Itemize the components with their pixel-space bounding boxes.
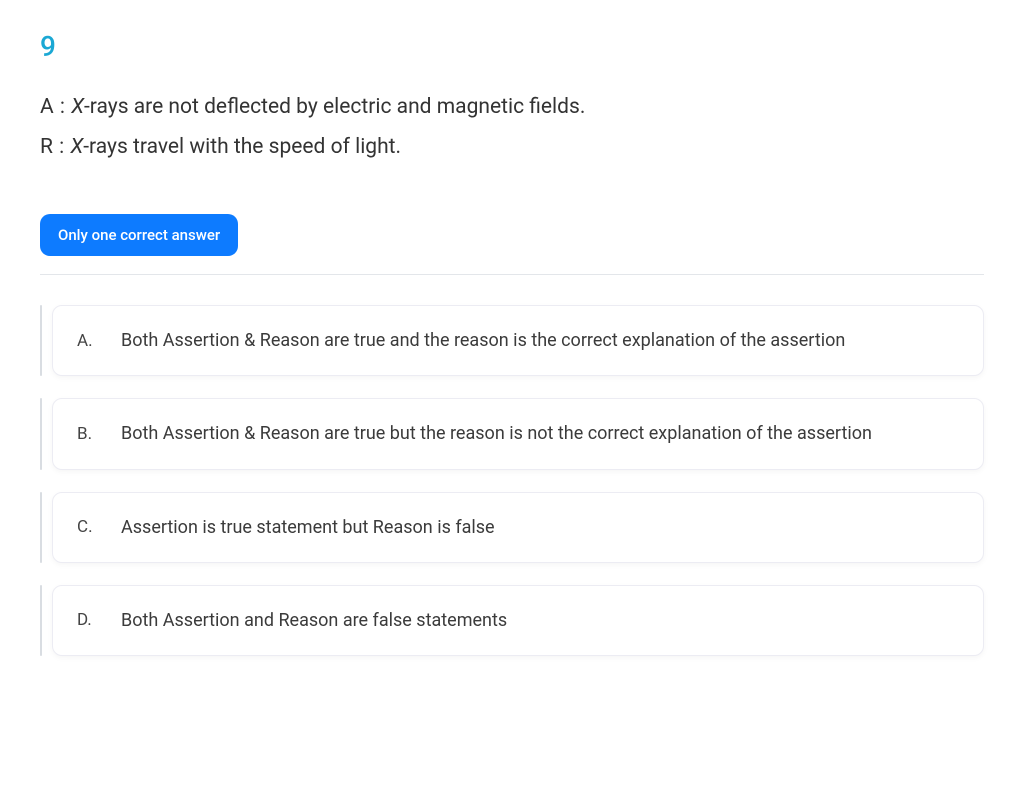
option-a[interactable]: A. Both Assertion & Reason are true and … (52, 305, 984, 376)
option-marker (40, 305, 42, 376)
assertion-italic: X (71, 95, 84, 119)
option-text: Both Assertion & Reason are true but the… (121, 421, 872, 446)
option-text: Both Assertion & Reason are true and the… (121, 328, 845, 353)
option-letter: D. (77, 610, 97, 630)
reason-italic: X (70, 135, 83, 159)
option-marker (40, 492, 42, 563)
option-letter: C. (77, 517, 97, 537)
assertion-prefix: A : (40, 95, 71, 119)
option-b[interactable]: B. Both Assertion & Reason are true but … (52, 398, 984, 469)
option-letter: B. (77, 424, 97, 444)
option-letter: A. (77, 331, 97, 351)
option-d[interactable]: D. Both Assertion and Reason are false s… (52, 585, 984, 656)
question-body: A : X-rays are not deflected by electric… (40, 91, 984, 164)
reason-prefix: R : (40, 135, 70, 159)
reason-rest: -rays travel with the speed of light. (83, 135, 401, 159)
option-a-row: A. Both Assertion & Reason are true and … (40, 305, 984, 376)
option-c-row: C. Assertion is true statement but Reaso… (40, 492, 984, 563)
section-divider (40, 274, 984, 275)
question-number: 9 (40, 30, 984, 63)
option-marker (40, 398, 42, 469)
option-b-row: B. Both Assertion & Reason are true but … (40, 398, 984, 469)
option-text: Both Assertion and Reason are false stat… (121, 608, 507, 633)
option-text: Assertion is true statement but Reason i… (121, 515, 495, 540)
option-marker (40, 585, 42, 656)
assertion-rest: -rays are not deflected by electric and … (84, 95, 585, 119)
assertion-line: A : X-rays are not deflected by electric… (40, 91, 984, 125)
option-d-row: D. Both Assertion and Reason are false s… (40, 585, 984, 656)
reason-line: R : X-rays travel with the speed of ligh… (40, 131, 984, 165)
option-c[interactable]: C. Assertion is true statement but Reaso… (52, 492, 984, 563)
answer-type-badge: Only one correct answer (40, 214, 238, 256)
